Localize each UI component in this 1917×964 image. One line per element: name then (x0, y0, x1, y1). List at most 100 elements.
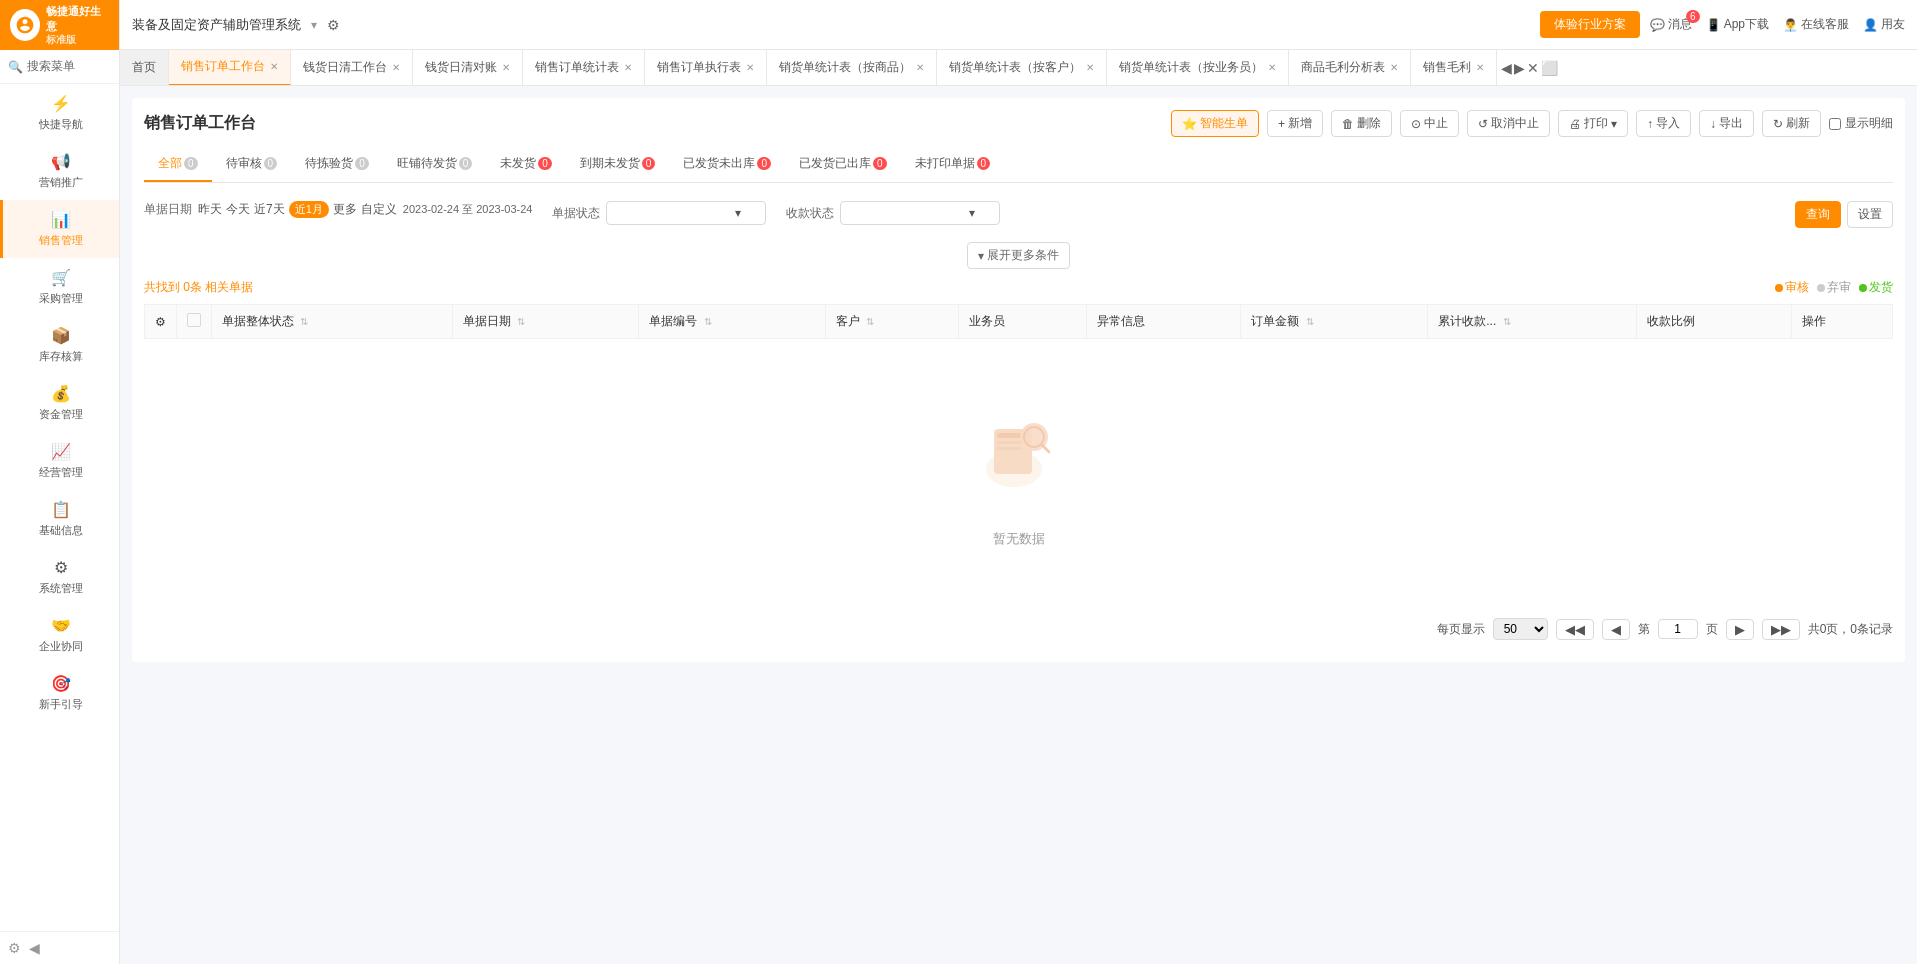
tabs-maximize-icon[interactable]: ⬜ (1541, 60, 1558, 76)
sidebar-search[interactable]: 🔍 搜索菜单 (0, 50, 119, 84)
next-page-button[interactable]: ▶ (1726, 619, 1754, 640)
sort-amount-icon[interactable]: ⇅ (1306, 316, 1314, 327)
prev-page-button[interactable]: ◀ (1602, 619, 1630, 640)
ship-action[interactable]: 发货 (1859, 279, 1893, 296)
sidebar-item-operations[interactable]: 📈 经营管理 (0, 432, 119, 490)
date-opt-yesterday[interactable]: 昨天 (198, 201, 222, 218)
tab-sales-exec[interactable]: 销售订单执行表 ✕ (645, 50, 767, 86)
sub-tab-shipped-not-in[interactable]: 已发货未出库0 (669, 147, 785, 182)
sub-tab-overdue[interactable]: 到期未发货0 (566, 147, 670, 182)
online-service-action[interactable]: 👨‍💼 在线客服 (1783, 16, 1849, 33)
sort-date-icon[interactable]: ⇅ (517, 316, 525, 327)
workbench-header: 销售订单工作台 ⭐ 智能生单 + 新增 🗑 删除 ⊙ (144, 110, 1893, 137)
message-action[interactable]: 💬 消息 6 (1650, 16, 1692, 33)
tab-close-sales-exec[interactable]: ✕ (746, 62, 754, 73)
sidebar-item-system[interactable]: ⚙ 系统管理 (0, 548, 119, 606)
sub-tab-not-shipped[interactable]: 未发货0 (486, 147, 566, 182)
sort-collected-icon[interactable]: ⇅ (1503, 316, 1511, 327)
tab-close-sales-summary-customer[interactable]: ✕ (1086, 62, 1094, 73)
sub-tab-pending-review[interactable]: 待审核0 (212, 147, 292, 182)
refresh-button[interactable]: ↻ 刷新 (1762, 110, 1821, 137)
query-button[interactable]: 查询 (1795, 201, 1841, 228)
tab-close-sales-summary-product[interactable]: ✕ (916, 62, 924, 73)
tab-close-cash-reconcile[interactable]: ✕ (502, 62, 510, 73)
date-opt-custom[interactable]: 自定义 (361, 201, 397, 218)
solution-button[interactable]: 体验行业方案 (1540, 11, 1640, 38)
cancel-approve-action[interactable]: 弃审 (1817, 279, 1851, 296)
tab-sales-stat[interactable]: 销售订单统计表 ✕ (523, 50, 645, 86)
settings-filter-button[interactable]: 设置 (1847, 201, 1893, 228)
tab-cash-daily[interactable]: 钱货日清工作台 ✕ (291, 50, 413, 86)
sidebar-item-marketing[interactable]: 📢 营销推广 (0, 142, 119, 200)
delete-button[interactable]: 🗑 删除 (1331, 110, 1392, 137)
select-all-checkbox[interactable] (187, 313, 201, 327)
export-button[interactable]: ↓ 导出 (1699, 110, 1754, 137)
settings-bottom-icon[interactable]: ⚙ (8, 940, 21, 956)
first-page-button[interactable]: ◀◀ (1556, 619, 1594, 640)
sort-customer-icon[interactable]: ⇅ (866, 316, 874, 327)
tab-product-margin[interactable]: 商品毛利分析表 ✕ (1289, 50, 1411, 86)
tab-close-product-margin[interactable]: ✕ (1390, 62, 1398, 73)
tabs-close-icon[interactable]: ✕ (1527, 60, 1539, 76)
sidebar-item-quick-nav[interactable]: ⚡ 快捷导航 (0, 84, 119, 142)
col-settings[interactable]: ⚙ (145, 305, 177, 339)
sub-tab-all[interactable]: 全部0 (144, 147, 212, 182)
sub-tab-shipped-out[interactable]: 已发货已出库0 (785, 147, 901, 182)
date-opt-more[interactable]: 更多 (333, 201, 357, 218)
page-number-input[interactable] (1658, 619, 1698, 639)
tab-sales-workbench[interactable]: 销售订单工作台 ✕ (169, 50, 291, 86)
tab-close-sales-workbench[interactable]: ✕ (270, 61, 278, 72)
cancel-stop-button[interactable]: ↺ 取消中止 (1467, 110, 1550, 137)
expand-icon: ▾ (978, 249, 984, 263)
smart-create-button[interactable]: ⭐ 智能生单 (1171, 110, 1259, 137)
system-title-dropdown[interactable]: ▾ (311, 18, 317, 32)
stop-button[interactable]: ⊙ 中止 (1400, 110, 1459, 137)
last-page-button[interactable]: ▶▶ (1762, 619, 1800, 640)
sort-status-icon[interactable]: ⇅ (300, 316, 308, 327)
sidebar-item-sales[interactable]: 📊 销售管理 (0, 200, 119, 258)
tab-sales-summary-product[interactable]: 销货单统计表（按商品） ✕ (767, 50, 937, 86)
date-opt-today[interactable]: 今天 (226, 201, 250, 218)
tab-close-cash-daily[interactable]: ✕ (392, 62, 400, 73)
tab-close-sales-summary-staff[interactable]: ✕ (1268, 62, 1276, 73)
user-action[interactable]: 👤 用友 (1863, 16, 1905, 33)
topbar-settings-icon[interactable]: ⚙ (327, 17, 340, 33)
approve-action[interactable]: 审核 (1775, 279, 1809, 296)
collapse-icon[interactable]: ◀ (29, 940, 40, 956)
import-button[interactable]: ↑ 导入 (1636, 110, 1691, 137)
tab-sales-summary-customer[interactable]: 销货单统计表（按客户） ✕ (937, 50, 1107, 86)
show-detail-label[interactable]: 显示明细 (1829, 115, 1893, 132)
tab-home[interactable]: 首页 (120, 50, 169, 86)
tab-close-sales-stat[interactable]: ✕ (624, 62, 632, 73)
collection-select[interactable]: ▾ (840, 201, 1000, 225)
guide-icon: 🎯 (51, 674, 71, 693)
tab-close-sales-more[interactable]: ✕ (1476, 62, 1484, 73)
sort-number-icon[interactable]: ⇅ (704, 316, 712, 327)
sales-icon: 📊 (51, 210, 71, 229)
status-select[interactable]: ▾ (606, 201, 766, 225)
sub-tab-not-printed[interactable]: 未打印单据0 (901, 147, 1005, 182)
sidebar-item-guide[interactable]: 🎯 新手引导 (0, 664, 119, 722)
page-size-select[interactable]: 20 50 100 (1493, 618, 1548, 640)
sidebar-item-purchase[interactable]: 🛒 采购管理 (0, 258, 119, 316)
date-opt-7days[interactable]: 近7天 (254, 201, 285, 218)
collection-select-arrow: ▾ (969, 206, 975, 220)
sidebar-item-inventory[interactable]: 📦 库存核算 (0, 316, 119, 374)
print-button[interactable]: 🖨 打印 ▾ (1558, 110, 1628, 137)
tab-cash-reconcile[interactable]: 钱货日清对账 ✕ (413, 50, 523, 86)
sidebar-item-finance[interactable]: 💰 资金管理 (0, 374, 119, 432)
sub-tab-pending-check[interactable]: 待拣验货0 (291, 147, 383, 182)
workbench-title: 销售订单工作台 (144, 113, 256, 134)
sidebar-item-enterprise[interactable]: 🤝 企业协同 (0, 606, 119, 664)
sidebar-item-basic-info[interactable]: 📋 基础信息 (0, 490, 119, 548)
show-detail-checkbox[interactable] (1829, 118, 1841, 130)
expand-conditions-button[interactable]: ▾ 展开更多条件 (967, 242, 1070, 269)
tab-sales-summary-staff[interactable]: 销货单统计表（按业务员） ✕ (1107, 50, 1289, 86)
tab-sales-more[interactable]: 销售毛利 ✕ (1411, 50, 1497, 86)
app-download-action[interactable]: 📱 App下载 (1706, 16, 1769, 33)
tabs-next-icon[interactable]: ▶ (1514, 60, 1525, 76)
add-button[interactable]: + 新增 (1267, 110, 1323, 137)
sub-tab-wangpu[interactable]: 旺铺待发货0 (383, 147, 487, 182)
date-opt-1month[interactable]: 近1月 (289, 201, 329, 218)
tabs-prev-icon[interactable]: ◀ (1501, 60, 1512, 76)
